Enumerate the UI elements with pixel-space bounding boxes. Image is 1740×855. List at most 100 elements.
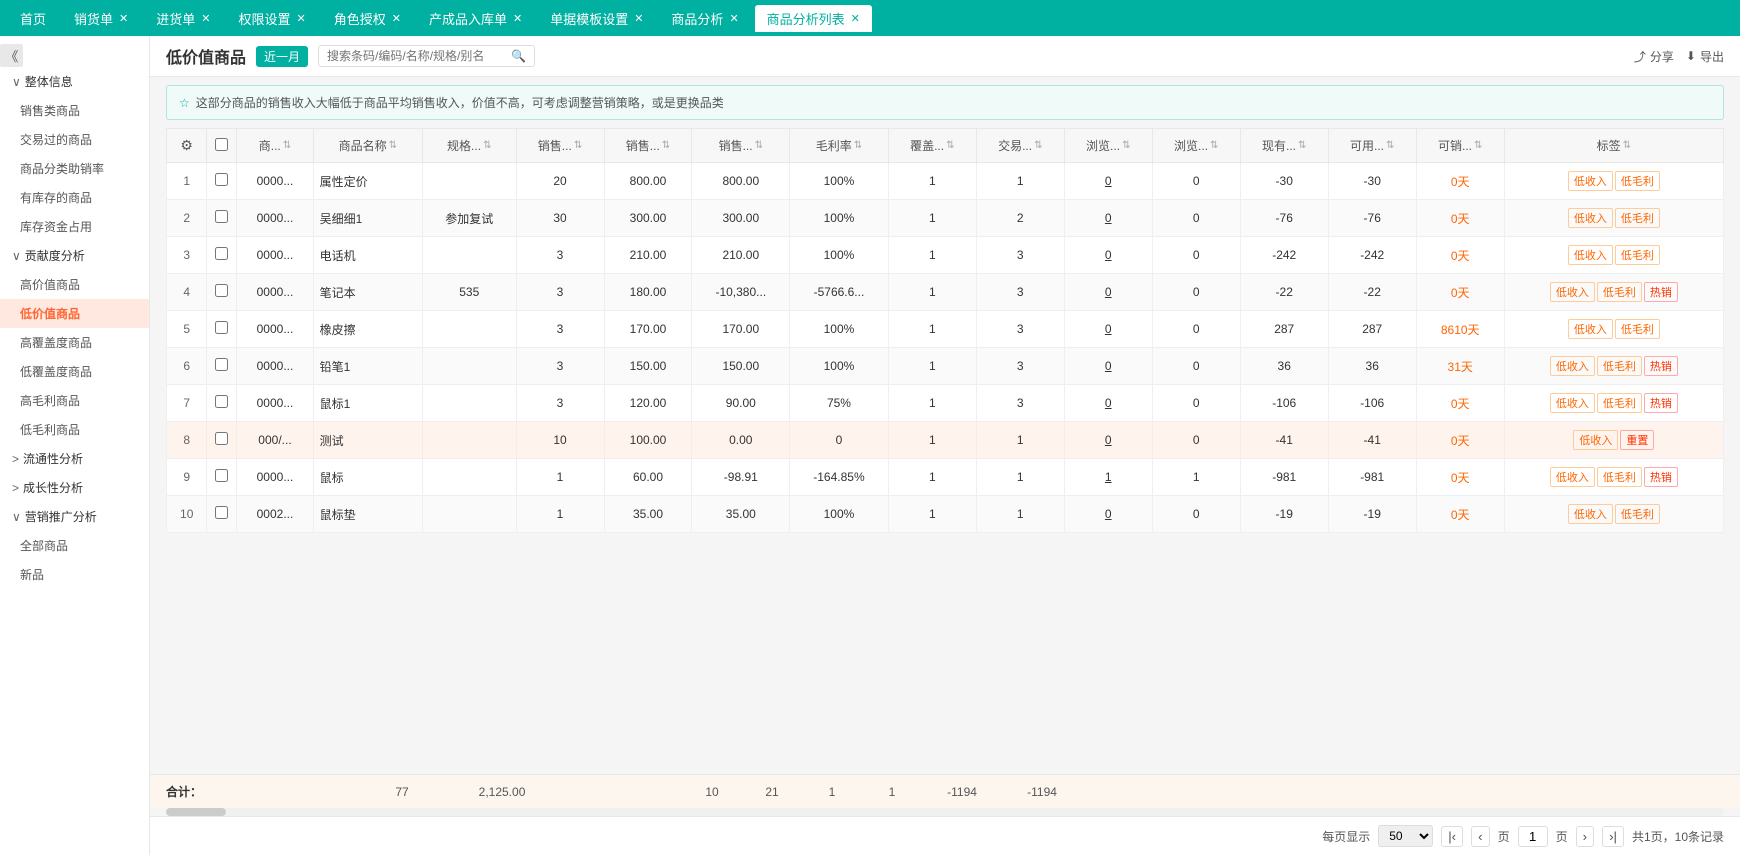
- view-count1[interactable]: 0: [1064, 348, 1152, 385]
- col-coverage[interactable]: 覆盖...⇅: [888, 129, 976, 163]
- product-name[interactable]: 笔记本: [313, 274, 422, 311]
- horizontal-scrollbar[interactable]: [166, 808, 1724, 816]
- nav-product-analysis[interactable]: 商品分析 ✕: [659, 5, 750, 32]
- close-icon[interactable]: ✕: [119, 12, 128, 25]
- col-spec[interactable]: 规格...⇅: [423, 129, 517, 163]
- first-page-button[interactable]: |‹: [1441, 826, 1463, 847]
- nav-template[interactable]: 单据模板设置 ✕: [538, 5, 655, 32]
- sidebar-item-traded[interactable]: 交易过的商品: [0, 125, 149, 154]
- view-link[interactable]: 0: [1105, 211, 1112, 225]
- sidebar-group-contribution[interactable]: ∨ 贡献度分析: [0, 241, 149, 270]
- nav-permissions[interactable]: 权限设置 ✕: [226, 5, 317, 32]
- nav-sales[interactable]: 销货单 ✕: [62, 5, 140, 32]
- view-count1[interactable]: 1: [1064, 459, 1152, 496]
- col-sales2[interactable]: 销售...⇅: [604, 129, 692, 163]
- view-link[interactable]: 0: [1105, 396, 1112, 410]
- product-name[interactable]: 鼠标: [313, 459, 422, 496]
- col-current[interactable]: 现有...⇅: [1240, 129, 1328, 163]
- row-checkbox[interactable]: [215, 173, 228, 186]
- row-checkbox[interactable]: [215, 395, 228, 408]
- sidebar-group-growth[interactable]: > 成长性分析: [0, 473, 149, 502]
- sidebar-item-all-products[interactable]: 全部商品: [0, 531, 149, 560]
- sidebar-item-low-value[interactable]: 低价值商品: [0, 299, 149, 328]
- sidebar-item-in-stock[interactable]: 有库存的商品: [0, 183, 149, 212]
- time-badge[interactable]: 近一月: [256, 46, 308, 67]
- view-link[interactable]: 0: [1105, 433, 1112, 447]
- sidebar-item-new-products[interactable]: 新品: [0, 560, 149, 589]
- view-count1[interactable]: 0: [1064, 200, 1152, 237]
- nav-home[interactable]: 首页: [8, 5, 58, 32]
- col-tags[interactable]: 标签⇅: [1504, 129, 1723, 163]
- close-icon[interactable]: ✕: [201, 12, 210, 25]
- view-link[interactable]: 0: [1105, 322, 1112, 336]
- product-name[interactable]: 吴细细1: [313, 200, 422, 237]
- product-name[interactable]: 测试: [313, 422, 422, 459]
- nav-purchase[interactable]: 进货单 ✕: [144, 5, 222, 32]
- scrollbar-thumb[interactable]: [166, 808, 226, 816]
- row-checkbox[interactable]: [215, 210, 228, 223]
- sidebar-item-low-margin[interactable]: 低毛利商品: [0, 415, 149, 444]
- view-link[interactable]: 0: [1105, 248, 1112, 262]
- prev-page-button[interactable]: ‹: [1471, 826, 1489, 847]
- close-icon[interactable]: ✕: [297, 12, 306, 25]
- col-available[interactable]: 可用...⇅: [1328, 129, 1416, 163]
- view-link[interactable]: 0: [1105, 359, 1112, 373]
- product-name[interactable]: 鼠标垫: [313, 496, 422, 533]
- col-sales1[interactable]: 销售...⇅: [516, 129, 604, 163]
- sidebar-item-high-margin[interactable]: 高毛利商品: [0, 386, 149, 415]
- sidebar-item-stock-funds[interactable]: 库存资金占用: [0, 212, 149, 241]
- share-button[interactable]: ⤴ 分享: [1634, 48, 1674, 65]
- search-input[interactable]: [327, 49, 507, 63]
- product-name[interactable]: 鼠标1: [313, 385, 422, 422]
- sidebar-group-overall[interactable]: ∨ 整体信息: [0, 67, 149, 96]
- col-margin[interactable]: 毛利率⇅: [790, 129, 889, 163]
- nav-roles[interactable]: 角色授权 ✕: [322, 5, 413, 32]
- sidebar-item-low-coverage[interactable]: 低覆盖度商品: [0, 357, 149, 386]
- search-icon[interactable]: 🔍: [511, 49, 526, 63]
- row-checkbox[interactable]: [215, 284, 228, 297]
- close-icon[interactable]: ✕: [729, 12, 738, 25]
- close-icon[interactable]: ✕: [851, 12, 860, 25]
- row-checkbox[interactable]: [215, 432, 228, 445]
- sidebar-item-high-value[interactable]: 高价值商品: [0, 270, 149, 299]
- close-icon[interactable]: ✕: [513, 12, 522, 25]
- view-count1[interactable]: 0: [1064, 274, 1152, 311]
- product-name[interactable]: 橡皮擦: [313, 311, 422, 348]
- col-name[interactable]: 商品名称⇅: [313, 129, 422, 163]
- view-count1[interactable]: 0: [1064, 163, 1152, 200]
- row-checkbox[interactable]: [215, 506, 228, 519]
- col-sellable[interactable]: 可销...⇅: [1416, 129, 1504, 163]
- col-code[interactable]: 商...⇅: [237, 129, 313, 163]
- product-name[interactable]: 电话机: [313, 237, 422, 274]
- col-view2[interactable]: 浏览...⇅: [1152, 129, 1240, 163]
- close-icon[interactable]: ✕: [634, 12, 643, 25]
- sidebar-collapse-btn[interactable]: 《: [0, 44, 23, 67]
- col-sales3[interactable]: 销售...⇅: [692, 129, 790, 163]
- view-link[interactable]: 0: [1105, 285, 1112, 299]
- row-checkbox[interactable]: [215, 469, 228, 482]
- view-count1[interactable]: 0: [1064, 385, 1152, 422]
- row-checkbox[interactable]: [215, 358, 228, 371]
- sidebar-group-flow[interactable]: > 流通性分析: [0, 444, 149, 473]
- last-page-button[interactable]: ›|: [1602, 826, 1624, 847]
- view-link[interactable]: 0: [1105, 174, 1112, 188]
- export-button[interactable]: ⬇ 导出: [1686, 48, 1724, 65]
- product-name[interactable]: 铅笔1: [313, 348, 422, 385]
- close-icon[interactable]: ✕: [392, 12, 401, 25]
- sidebar-item-category-rate[interactable]: 商品分类助销率: [0, 154, 149, 183]
- sidebar-item-sales-products[interactable]: 销售类商品: [0, 96, 149, 125]
- row-checkbox[interactable]: [215, 247, 228, 260]
- view-count1[interactable]: 0: [1064, 422, 1152, 459]
- sidebar-item-high-coverage[interactable]: 高覆盖度商品: [0, 328, 149, 357]
- nav-products-in[interactable]: 产成品入库单 ✕: [417, 5, 534, 32]
- view-count1[interactable]: 0: [1064, 237, 1152, 274]
- next-page-button[interactable]: ›: [1576, 826, 1594, 847]
- view-link[interactable]: 0: [1105, 507, 1112, 521]
- col-settings[interactable]: ⚙: [167, 129, 207, 163]
- row-checkbox[interactable]: [215, 321, 228, 334]
- col-view1[interactable]: 浏览...⇅: [1064, 129, 1152, 163]
- view-count1[interactable]: 0: [1064, 311, 1152, 348]
- select-all-checkbox[interactable]: [215, 138, 228, 151]
- page-size-select[interactable]: 50 100: [1378, 825, 1433, 847]
- view-count1[interactable]: 0: [1064, 496, 1152, 533]
